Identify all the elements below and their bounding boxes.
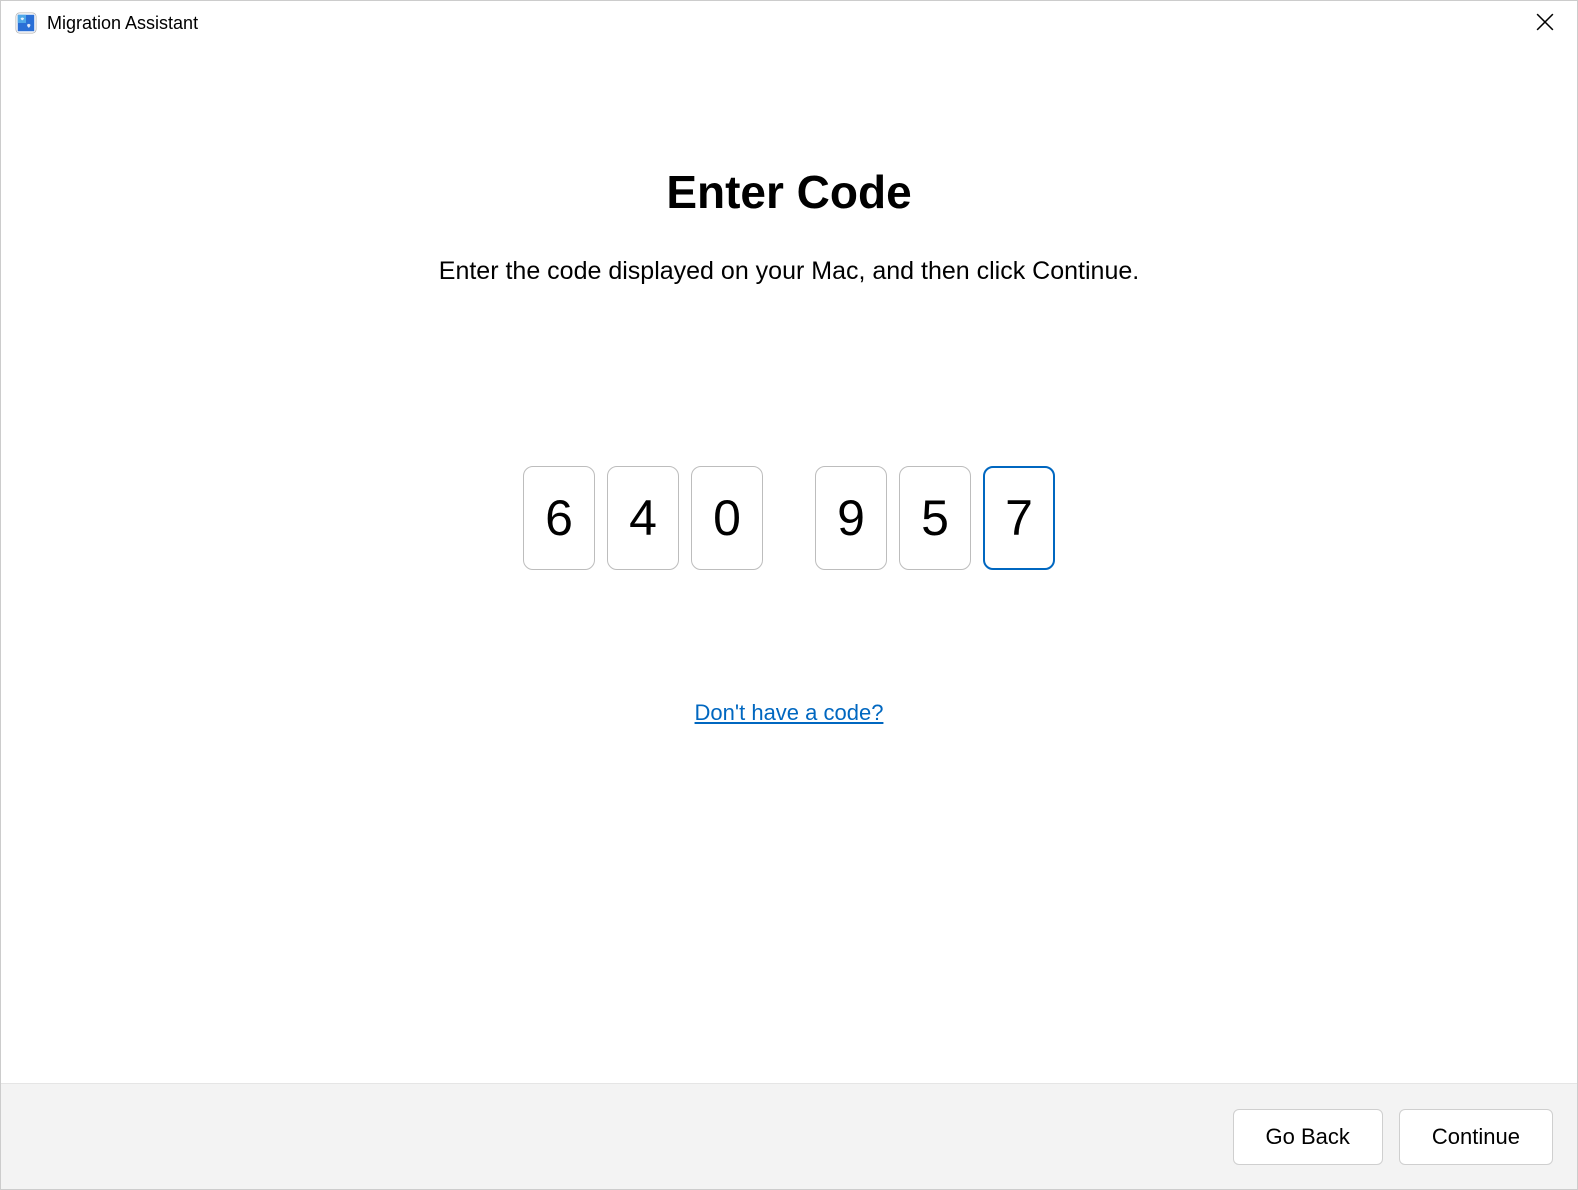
page-subtext: Enter the code displayed on your Mac, an…	[439, 257, 1139, 286]
code-input-row	[523, 466, 1055, 570]
code-digit-6[interactable]	[983, 466, 1055, 570]
close-button[interactable]	[1527, 5, 1563, 41]
migration-assistant-icon	[15, 12, 37, 34]
go-back-button[interactable]: Go Back	[1233, 1109, 1383, 1165]
continue-button[interactable]: Continue	[1399, 1109, 1553, 1165]
content-area: Enter Code Enter the code displayed on y…	[1, 45, 1577, 1083]
code-digit-3[interactable]	[691, 466, 763, 570]
titlebar-left: Migration Assistant	[15, 12, 198, 34]
code-digit-4[interactable]	[815, 466, 887, 570]
titlebar: Migration Assistant	[1, 1, 1577, 45]
no-code-link[interactable]: Don't have a code?	[695, 700, 884, 726]
close-icon	[1536, 13, 1554, 34]
page-heading: Enter Code	[666, 165, 911, 219]
app-title: Migration Assistant	[47, 13, 198, 34]
code-digit-2[interactable]	[607, 466, 679, 570]
code-digit-5[interactable]	[899, 466, 971, 570]
migration-assistant-window: Migration Assistant Enter Code Enter the…	[0, 0, 1578, 1190]
footer: Go Back Continue	[1, 1083, 1577, 1189]
code-digit-1[interactable]	[523, 466, 595, 570]
